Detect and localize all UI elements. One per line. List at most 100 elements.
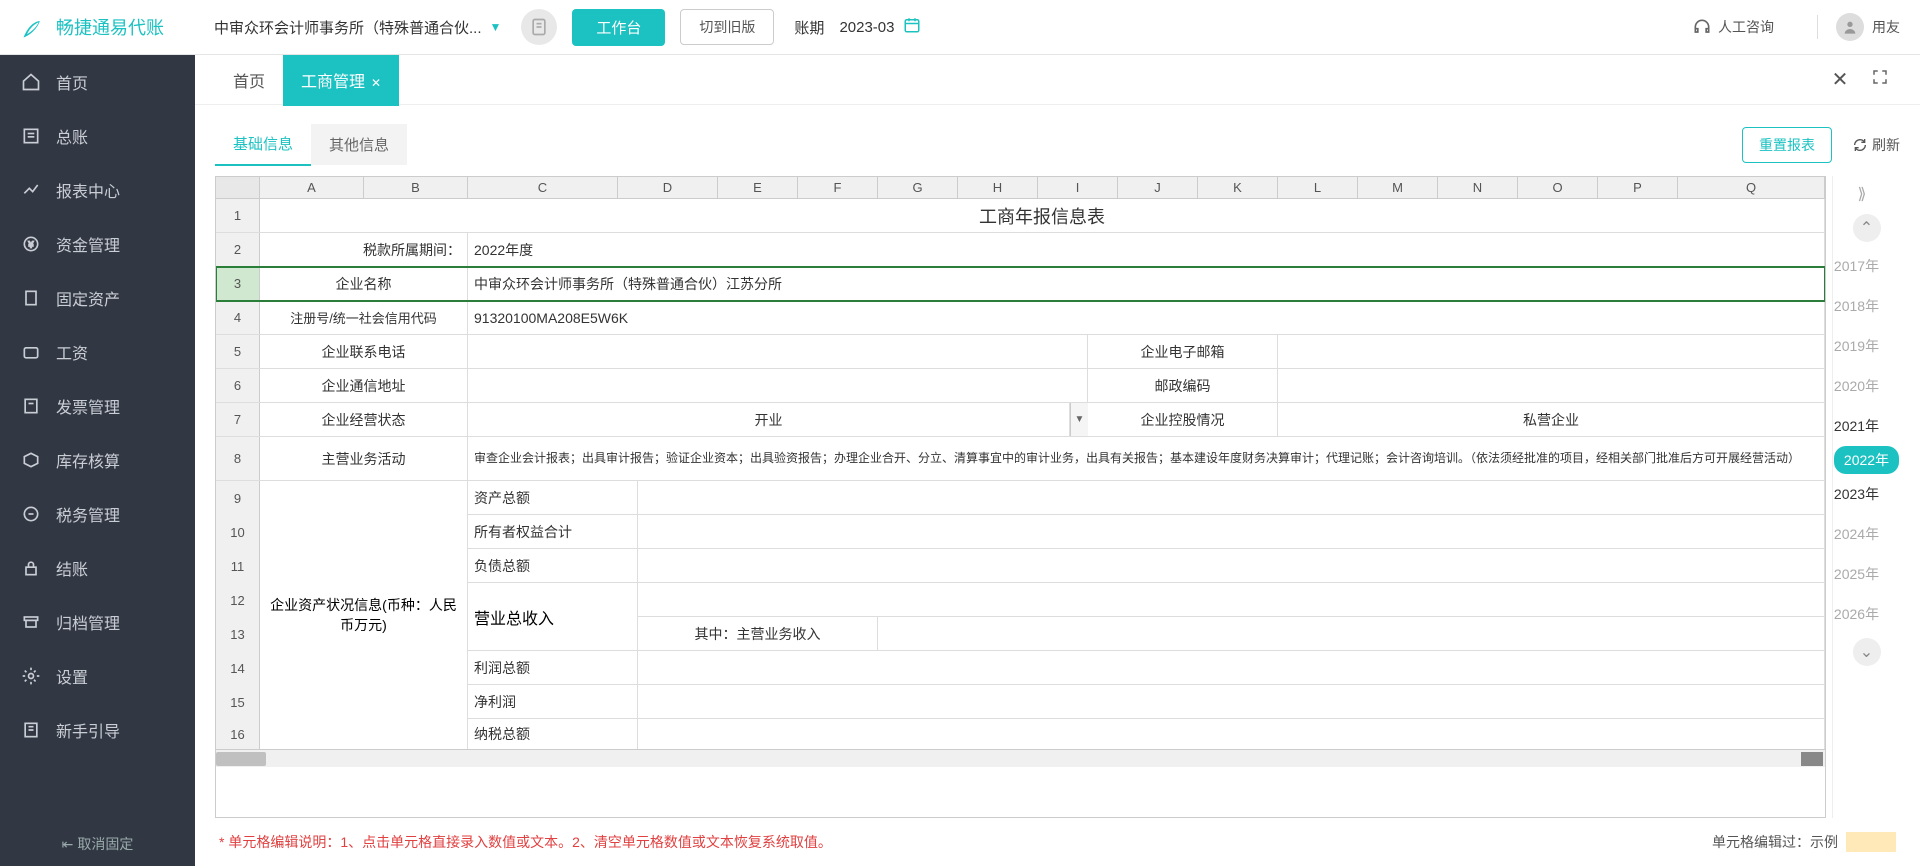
logo-feather-icon [20, 13, 48, 41]
row-header[interactable]: 13 [216, 617, 260, 651]
sidebar-item-settings[interactable]: 设置 [0, 649, 195, 703]
row-header[interactable]: 11 [216, 549, 260, 583]
row-header[interactable]: 14 [216, 651, 260, 685]
guide-icon [20, 720, 42, 740]
company-selector[interactable]: 中审众环会计师事务所（特殊普通合伙... ▼ [214, 17, 501, 38]
year-item[interactable]: 2025年 [1834, 554, 1899, 594]
logo-text: 畅捷通易代账 [56, 14, 164, 40]
refresh-button[interactable]: 刷新 [1852, 135, 1900, 155]
col-header[interactable]: A [260, 177, 364, 198]
sidebar-item-tax[interactable]: 税务管理 [0, 487, 195, 541]
row-header[interactable]: 6 [216, 369, 260, 402]
collapse-rail-icon[interactable]: ⟫ [1858, 184, 1876, 204]
col-header[interactable]: E [718, 177, 798, 198]
user-menu[interactable]: 用友 [1836, 13, 1900, 41]
gear-icon [20, 666, 42, 686]
year-item[interactable]: 2019年 [1834, 326, 1899, 366]
scrollbar-thumb[interactable] [216, 752, 266, 766]
sidebar-item-home[interactable]: 首页 [0, 55, 195, 109]
col-header[interactable]: G [878, 177, 958, 198]
row-header[interactable]: 1 [216, 199, 260, 232]
col-header[interactable]: D [618, 177, 718, 198]
row-header[interactable]: 2 [216, 233, 260, 266]
row-header[interactable]: 15 [216, 685, 260, 719]
year-item[interactable]: 2017年 [1834, 246, 1899, 286]
col-header[interactable]: O [1518, 177, 1598, 198]
wallet-icon [20, 342, 42, 362]
col-header[interactable]: P [1598, 177, 1678, 198]
sidebar-item-archive[interactable]: 归档管理 [0, 595, 195, 649]
tab-home[interactable]: 首页 [215, 55, 283, 106]
sheet-title[interactable]: 工商年报信息表 [260, 199, 1825, 232]
tax-icon [20, 504, 42, 524]
row-header[interactable]: 4 [216, 301, 260, 334]
document-icon [529, 17, 549, 37]
reset-report-button[interactable]: 重置报表 [1742, 127, 1832, 163]
sidebar-item-inventory[interactable]: 库存核算 [0, 433, 195, 487]
sidebar-item-invoice[interactable]: 发票管理 [0, 379, 195, 433]
col-header[interactable]: K [1198, 177, 1278, 198]
scroll-up-icon[interactable]: ⌃ [1853, 214, 1881, 242]
lock-icon [20, 558, 42, 578]
sidebar-item-guide[interactable]: 新手引导 [0, 703, 195, 757]
row-header[interactable]: 7 [216, 403, 260, 436]
subtab-other-info[interactable]: 其他信息 [311, 124, 407, 165]
year-item[interactable]: 2022年 [1834, 446, 1899, 474]
col-header[interactable]: N [1438, 177, 1518, 198]
dropdown-icon[interactable]: ▼ [1070, 403, 1088, 436]
invoice-icon [20, 396, 42, 416]
col-header[interactable]: L [1278, 177, 1358, 198]
workbench-button[interactable]: 工作台 [572, 9, 665, 46]
subtab-basic-info[interactable]: 基础信息 [215, 123, 311, 166]
home-icon [20, 72, 42, 92]
example-swatch [1846, 832, 1896, 852]
sidebar-item-ledger[interactable]: 总账 [0, 109, 195, 163]
row-header[interactable]: 9 [216, 481, 260, 515]
sidebar-item-close[interactable]: 结账 [0, 541, 195, 595]
year-item[interactable]: 2023年 [1834, 474, 1899, 514]
sidebar-item-salary[interactable]: 工资 [0, 325, 195, 379]
col-header[interactable]: B [364, 177, 468, 198]
year-item[interactable]: 2021年 [1834, 406, 1899, 446]
year-rail: ⟫ ⌃ 2017年2018年2019年2020年2021年2022年2023年2… [1832, 176, 1900, 818]
year-item[interactable]: 2024年 [1834, 514, 1899, 554]
col-header[interactable]: J [1118, 177, 1198, 198]
row-header[interactable]: 10 [216, 515, 260, 549]
sidebar-unpin[interactable]: ⇤取消固定 [0, 822, 195, 866]
row-header[interactable]: 12 [216, 583, 260, 617]
col-header[interactable]: I [1038, 177, 1118, 198]
year-item[interactable]: 2018年 [1834, 286, 1899, 326]
row-header[interactable]: 8 [216, 437, 260, 480]
close-all-tabs[interactable]: ✕ [1820, 67, 1860, 92]
scroll-down-icon[interactable]: ⌄ [1853, 638, 1881, 666]
row-header[interactable]: 16 [216, 719, 260, 749]
tab-business-admin[interactable]: 工商管理✕ [283, 55, 399, 106]
ledger-icon [20, 126, 42, 146]
row-header[interactable]: 5 [216, 335, 260, 368]
year-item[interactable]: 2026年 [1834, 594, 1899, 634]
year-item[interactable]: 2020年 [1834, 366, 1899, 406]
col-header[interactable]: M [1358, 177, 1438, 198]
row-header[interactable]: 3 [216, 267, 260, 300]
spreadsheet[interactable]: A B C D E F G H I J K L M N O [215, 176, 1826, 818]
close-icon[interactable]: ✕ [371, 76, 381, 90]
col-header[interactable]: F [798, 177, 878, 198]
support-link[interactable]: 人工咨询 [1692, 17, 1774, 37]
col-header[interactable]: Q [1678, 177, 1825, 198]
svg-text:¥: ¥ [28, 239, 34, 249]
sidebar-item-assets[interactable]: 固定资产 [0, 271, 195, 325]
period-value[interactable]: 2023-03 [839, 19, 894, 36]
select-all-corner[interactable] [216, 177, 260, 198]
col-header[interactable]: H [958, 177, 1038, 198]
edit-hint: * 单元格编辑说明：1、点击单元格直接录入数值或文本。2、清空单元格数值或文本恢… [219, 832, 832, 852]
old-version-button[interactable]: 切到旧版 [680, 9, 774, 45]
app-logo[interactable]: 畅捷通易代账 [20, 13, 164, 41]
col-header[interactable]: C [468, 177, 618, 198]
calendar-icon[interactable] [903, 16, 921, 39]
sidebar-item-reports[interactable]: 报表中心 [0, 163, 195, 217]
header-doc-icon[interactable] [521, 9, 557, 45]
fullscreen-icon[interactable] [1860, 68, 1900, 91]
horizontal-scrollbar[interactable] [216, 749, 1825, 767]
scrollbar-thumb[interactable] [1801, 752, 1823, 766]
sidebar-item-funds[interactable]: ¥资金管理 [0, 217, 195, 271]
